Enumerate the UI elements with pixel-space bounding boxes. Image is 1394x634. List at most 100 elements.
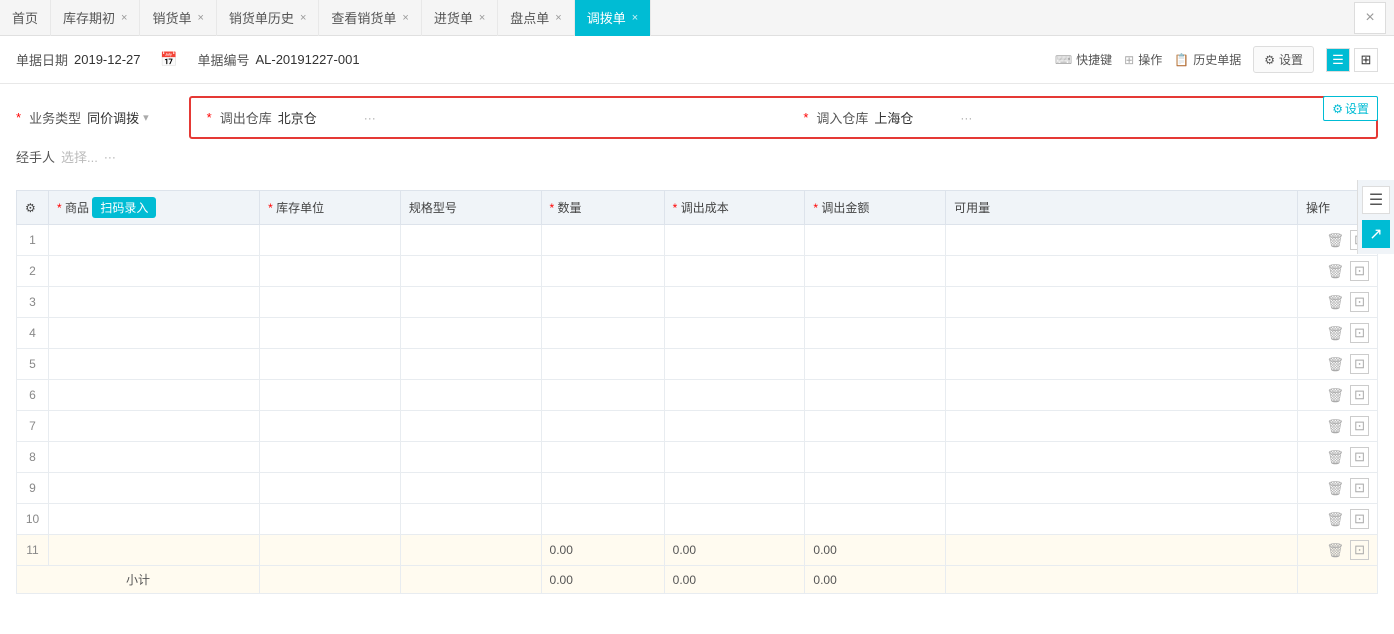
delete-icon-8[interactable]: 🗑 (1326, 449, 1344, 466)
cell-unit-6[interactable] (260, 380, 401, 411)
tab-inventory-init[interactable]: 库存期初 × (51, 0, 140, 36)
delete-icon-7[interactable]: 🗑 (1326, 418, 1344, 435)
cell-quantity-2[interactable] (541, 256, 664, 287)
cell-unit-7[interactable] (260, 411, 401, 442)
cell-spec-7[interactable] (400, 411, 541, 442)
warehouse-out-more-btn[interactable]: ··· (364, 111, 376, 125)
cell-spec-10[interactable] (400, 504, 541, 535)
cell-transfer-cost-8[interactable] (664, 442, 805, 473)
copy-icon-7[interactable]: ⊡ (1350, 416, 1369, 436)
grid-view-button[interactable]: ⊞ (1354, 48, 1378, 72)
cell-quantity-3[interactable] (541, 287, 664, 318)
cell-unit-5[interactable] (260, 349, 401, 380)
cell-transfer-cost-10[interactable] (664, 504, 805, 535)
tab-inventory-check[interactable]: 盘点单 × (498, 0, 574, 36)
cell-transfer-cost-1[interactable] (664, 225, 805, 256)
cell-spec-1[interactable] (400, 225, 541, 256)
window-close-button[interactable]: × (1354, 2, 1386, 34)
cell-transfer-amount-3[interactable] (805, 287, 946, 318)
calendar-icon[interactable]: 📅 (160, 51, 177, 68)
shortcut-button[interactable]: ⌨ 快捷键 (1055, 51, 1112, 68)
copy-icon-8[interactable]: ⊡ (1350, 447, 1369, 467)
copy-icon-9[interactable]: ⊡ (1350, 478, 1369, 498)
tab-home[interactable]: 首页 (8, 0, 51, 36)
subtotal-product[interactable] (49, 535, 260, 566)
delete-icon-9[interactable]: 🗑 (1326, 480, 1344, 497)
cell-unit-4[interactable] (260, 318, 401, 349)
cell-quantity-7[interactable] (541, 411, 664, 442)
delete-icon-6[interactable]: 🗑 (1326, 387, 1344, 404)
tab-close-sales-history[interactable]: × (300, 12, 306, 24)
person-select[interactable]: 选择... (61, 147, 98, 166)
business-type-select[interactable]: 同价调拨 ▾ (87, 108, 149, 127)
right-tool-list[interactable]: ☰ (1362, 186, 1390, 214)
cell-product-5[interactable] (49, 349, 260, 380)
cell-quantity-4[interactable] (541, 318, 664, 349)
cell-spec-5[interactable] (400, 349, 541, 380)
person-more-btn[interactable]: ··· (104, 150, 116, 164)
tab-close-inventory-check[interactable]: × (555, 12, 561, 24)
cell-transfer-amount-4[interactable] (805, 318, 946, 349)
history-button[interactable]: 📋 历史单据 (1174, 51, 1241, 68)
subtotal-delete-icon[interactable]: 🗑 (1326, 542, 1344, 559)
cell-product-10[interactable] (49, 504, 260, 535)
copy-icon-5[interactable]: ⊡ (1350, 354, 1369, 374)
delete-icon-2[interactable]: 🗑 (1326, 263, 1344, 280)
tab-sales-history[interactable]: 销货单历史 × (217, 0, 319, 36)
operation-button[interactable]: ⊞ 操作 (1124, 51, 1162, 68)
cell-transfer-amount-8[interactable] (805, 442, 946, 473)
copy-icon-6[interactable]: ⊡ (1350, 385, 1369, 405)
delete-icon-1[interactable]: 🗑 (1326, 232, 1344, 249)
cell-unit-9[interactable] (260, 473, 401, 504)
cell-unit-2[interactable] (260, 256, 401, 287)
cell-quantity-9[interactable] (541, 473, 664, 504)
cell-transfer-amount-5[interactable] (805, 349, 946, 380)
cell-product-4[interactable] (49, 318, 260, 349)
cell-transfer-cost-3[interactable] (664, 287, 805, 318)
delete-icon-5[interactable]: 🗑 (1326, 356, 1344, 373)
cell-quantity-1[interactable] (541, 225, 664, 256)
warehouse-settings-button[interactable]: ⚙ 设置 (1323, 96, 1378, 121)
tab-close-sales-order[interactable]: × (197, 12, 203, 24)
cell-unit-1[interactable] (260, 225, 401, 256)
cell-transfer-cost-9[interactable] (664, 473, 805, 504)
list-view-button[interactable]: ☰ (1326, 48, 1350, 72)
tab-close-view-sales[interactable]: × (402, 12, 408, 24)
cell-transfer-cost-5[interactable] (664, 349, 805, 380)
copy-icon-4[interactable]: ⊡ (1350, 323, 1369, 343)
cell-transfer-amount-1[interactable] (805, 225, 946, 256)
subtotal-copy-icon[interactable]: ⊡ (1350, 540, 1369, 560)
tab-transfer-order[interactable]: 调拨单 × (575, 0, 651, 36)
cell-product-1[interactable] (49, 225, 260, 256)
copy-icon-10[interactable]: ⊡ (1350, 509, 1369, 529)
right-tool-export[interactable]: ↗ (1362, 220, 1390, 248)
tab-close-transfer-order[interactable]: × (632, 12, 638, 24)
cell-transfer-cost-2[interactable] (664, 256, 805, 287)
cell-transfer-amount-7[interactable] (805, 411, 946, 442)
cell-transfer-amount-2[interactable] (805, 256, 946, 287)
cell-transfer-amount-9[interactable] (805, 473, 946, 504)
cell-unit-10[interactable] (260, 504, 401, 535)
cell-transfer-cost-7[interactable] (664, 411, 805, 442)
cell-unit-8[interactable] (260, 442, 401, 473)
cell-spec-3[interactable] (400, 287, 541, 318)
settings-button[interactable]: ⚙ 设置 (1253, 46, 1314, 73)
delete-icon-3[interactable]: 🗑 (1326, 294, 1344, 311)
cell-transfer-cost-4[interactable] (664, 318, 805, 349)
tab-close-purchase-order[interactable]: × (479, 12, 485, 24)
col-header-gear[interactable]: ⚙ (17, 191, 49, 225)
cell-spec-4[interactable] (400, 318, 541, 349)
cell-product-7[interactable] (49, 411, 260, 442)
cell-quantity-8[interactable] (541, 442, 664, 473)
cell-transfer-amount-10[interactable] (805, 504, 946, 535)
delete-icon-10[interactable]: 🗑 (1326, 511, 1344, 528)
scan-barcode-button[interactable]: 扫码录入 (92, 197, 156, 218)
cell-spec-9[interactable] (400, 473, 541, 504)
cell-product-9[interactable] (49, 473, 260, 504)
copy-icon-2[interactable]: ⊡ (1350, 261, 1369, 281)
cell-quantity-5[interactable] (541, 349, 664, 380)
cell-unit-3[interactable] (260, 287, 401, 318)
copy-icon-3[interactable]: ⊡ (1350, 292, 1369, 312)
warehouse-in-more-btn[interactable]: ··· (960, 111, 972, 125)
cell-product-2[interactable] (49, 256, 260, 287)
